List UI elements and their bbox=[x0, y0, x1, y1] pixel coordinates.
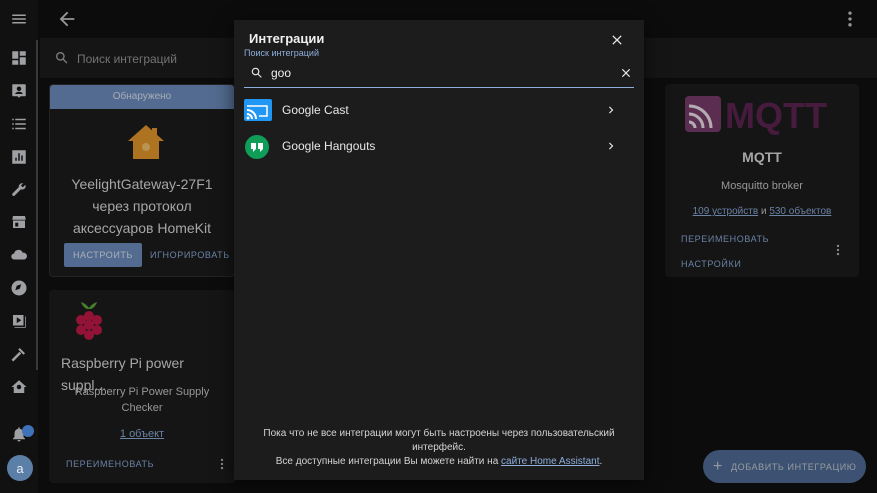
entities-link[interactable]: 1 объект bbox=[120, 428, 164, 440]
footer-text: Все доступные интеграции Вы можете найти… bbox=[275, 456, 499, 467]
search-icon bbox=[250, 66, 264, 80]
arrow-left-icon[interactable] bbox=[56, 8, 78, 30]
footer-period: . bbox=[599, 456, 603, 467]
card-title-line: через протокол bbox=[92, 198, 192, 214]
settings-home-icon[interactable] bbox=[9, 377, 29, 397]
home-assistant-site-link[interactable]: сайте Home Assistant bbox=[501, 456, 599, 467]
google-cast-icon bbox=[244, 99, 272, 123]
sidebar-divider bbox=[36, 40, 38, 370]
integrations-dialog: Интеграции Поиск интеграций Google Cast … bbox=[234, 20, 644, 480]
chevron-right-icon bbox=[604, 103, 618, 117]
overview-dashboard-icon[interactable] bbox=[9, 48, 29, 68]
search-field-label: Поиск интеграций bbox=[244, 48, 319, 58]
add-integration-label: ДОБАВИТЬ ИНТЕГРАЦИЮ bbox=[730, 461, 857, 472]
notification-badge bbox=[22, 425, 34, 437]
plus-icon: + bbox=[713, 457, 723, 475]
discovered-integration-card: Обнаружено YeelightGateway-27F1 через пр… bbox=[49, 84, 235, 277]
integration-search-field bbox=[244, 60, 634, 88]
card-kebab-menu-icon[interactable] bbox=[215, 457, 229, 471]
card-kebab-menu-icon[interactable] bbox=[831, 243, 845, 257]
card-title-line: YeelightGateway-27F1 bbox=[71, 176, 213, 192]
compass-icon[interactable] bbox=[9, 278, 29, 298]
mqtt-logo-icon: MQTT bbox=[685, 95, 841, 136]
settings-button[interactable]: НАСТРОЙКИ bbox=[681, 259, 741, 269]
chevron-right-icon bbox=[604, 139, 618, 153]
mailbox-icon[interactable] bbox=[9, 81, 29, 101]
dialog-title: Интеграции bbox=[249, 31, 325, 46]
integration-result-item[interactable]: Google Hangouts bbox=[234, 128, 644, 164]
integration-card-rpi: Raspberry Pi power suppl... Raspberry Pi… bbox=[49, 290, 235, 483]
devices-link[interactable]: 109 устройств bbox=[693, 206, 759, 217]
card-subtitle-line: Raspberry Pi Power Supply bbox=[74, 386, 210, 398]
footer-line: интерфейс. bbox=[412, 442, 466, 453]
footer-line: Пока что не все интеграции могут быть на… bbox=[263, 428, 615, 439]
app-root: a Поиск интеграций Обнаружено YeelightGa… bbox=[0, 0, 877, 493]
clear-search-icon[interactable] bbox=[619, 66, 633, 80]
entities-link[interactable]: 530 объектов bbox=[769, 206, 831, 217]
sidebar: a bbox=[0, 0, 38, 493]
dialog-footer-note: Пока что не все интеграции могут быть на… bbox=[244, 427, 634, 469]
ignore-button[interactable]: ИГНОРИРОВАТЬ bbox=[150, 243, 230, 267]
search-icon bbox=[54, 50, 70, 66]
result-name: Google Hangouts bbox=[282, 139, 376, 153]
card-title: MQTT bbox=[742, 149, 782, 165]
and-text: и bbox=[760, 206, 767, 217]
store-icon[interactable] bbox=[9, 212, 29, 232]
integration-card-mqtt: MQTT MQTT Mosquitto broker 109 устройств… bbox=[665, 84, 859, 277]
configure-button[interactable]: НАСТРОИТЬ bbox=[64, 243, 142, 267]
add-integration-button[interactable]: + ДОБАВИТЬ ИНТЕГРАЦИЮ bbox=[703, 450, 866, 483]
hammer-icon[interactable] bbox=[9, 344, 29, 364]
user-avatar[interactable]: a bbox=[7, 455, 33, 481]
card-subtitle-line: Checker bbox=[121, 402, 163, 414]
search-input[interactable] bbox=[271, 64, 591, 82]
media-play-icon[interactable] bbox=[9, 311, 29, 331]
raspberry-pi-logo-icon bbox=[71, 300, 107, 342]
result-name: Google Cast bbox=[282, 103, 349, 117]
card-title-line: аксессуаров HomeKit bbox=[72, 220, 212, 236]
footer-line: Все доступные интеграции Вы можете найти… bbox=[244, 455, 634, 469]
background-search-placeholder: Поиск интеграций bbox=[77, 52, 177, 66]
integration-result-item[interactable]: Google Cast bbox=[234, 92, 644, 128]
card-link-row: 1 объект bbox=[59, 426, 225, 442]
close-icon[interactable] bbox=[609, 32, 625, 48]
hamburger-menu-icon[interactable] bbox=[9, 9, 29, 29]
discovered-badge: Обнаружено bbox=[50, 85, 234, 109]
rename-button[interactable]: ПЕРЕИМЕНОВАТЬ bbox=[681, 234, 769, 244]
rename-button[interactable]: ПЕРЕИМЕНОВАТЬ bbox=[66, 459, 154, 469]
card-link-row: 109 устройств и 530 объектов bbox=[675, 204, 849, 220]
cloud-icon[interactable] bbox=[9, 245, 29, 265]
card-subtitle: Mosquitto broker bbox=[721, 180, 803, 192]
homekit-house-icon bbox=[126, 123, 166, 161]
logbook-list-icon[interactable] bbox=[9, 114, 29, 134]
history-chart-icon[interactable] bbox=[9, 147, 29, 167]
kebab-menu-icon[interactable] bbox=[840, 9, 860, 29]
google-hangouts-icon bbox=[244, 135, 270, 159]
mqtt-logo-text: MQTT bbox=[725, 96, 827, 136]
wrench-icon[interactable] bbox=[9, 180, 29, 200]
